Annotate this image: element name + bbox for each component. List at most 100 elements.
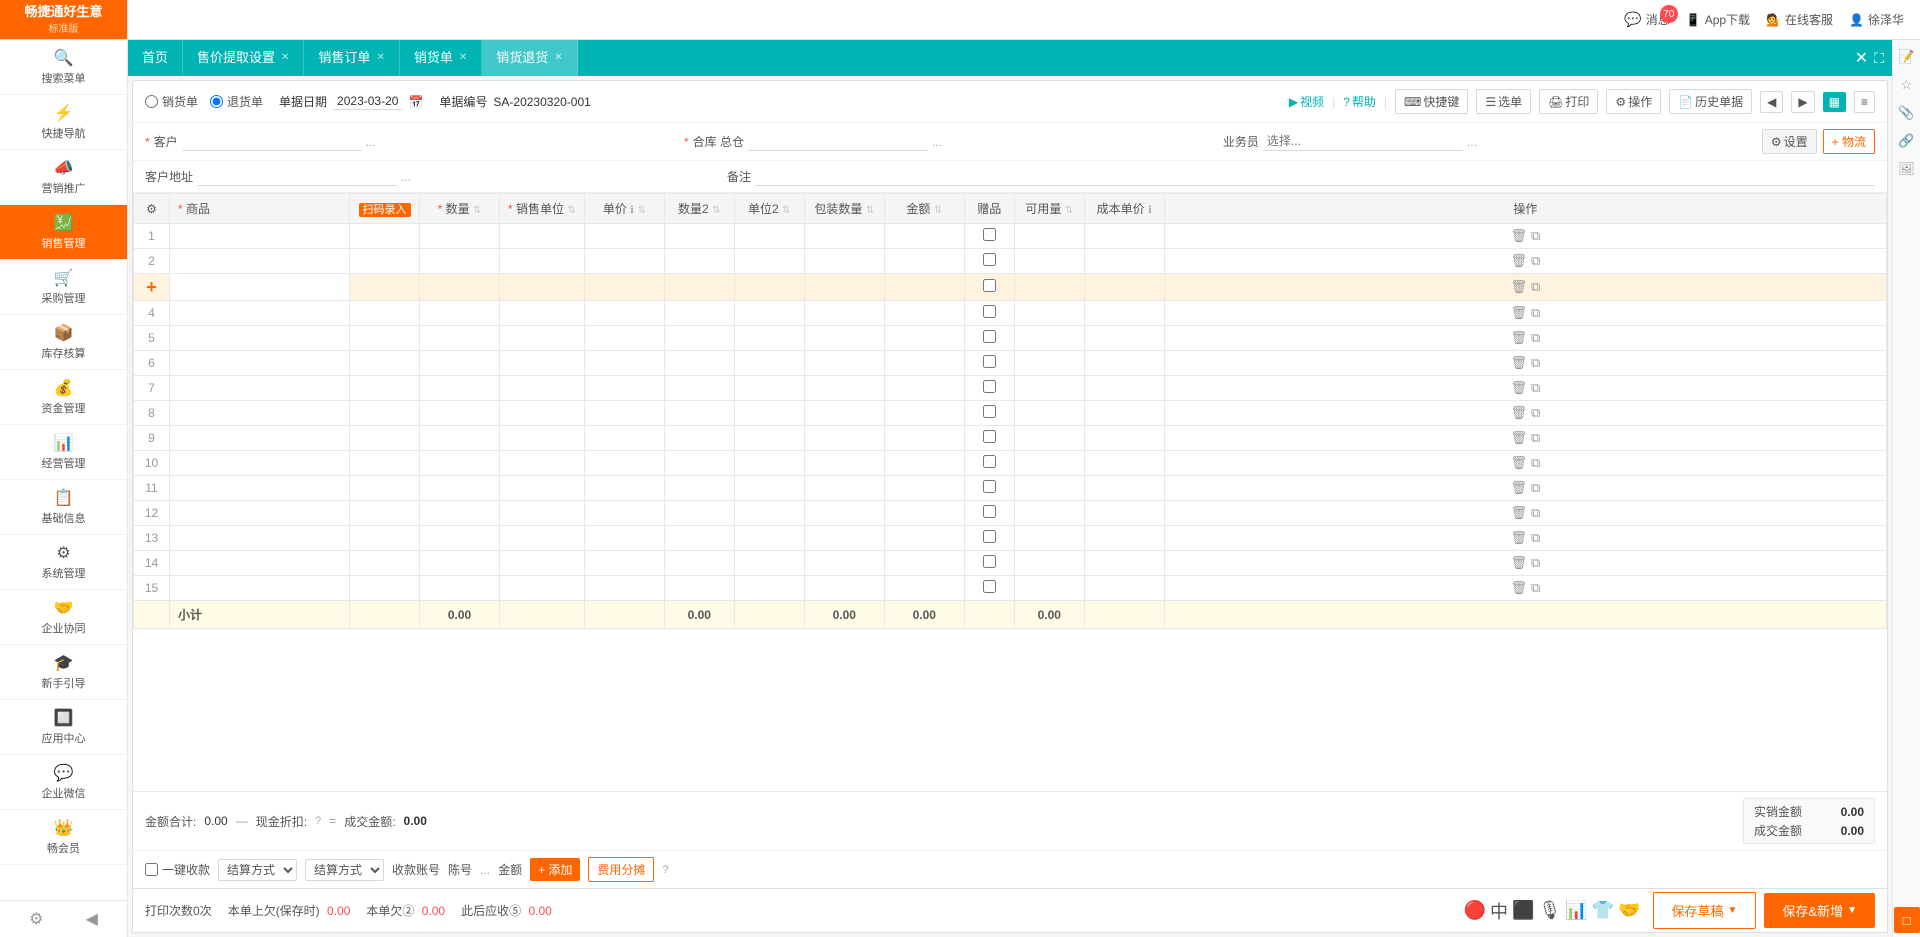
right-icon-image[interactable]: 🖼 — [1894, 156, 1920, 182]
gift-checkbox[interactable] — [983, 530, 996, 543]
qty-cell[interactable] — [420, 249, 500, 274]
copy-row-btn[interactable]: ⧉ — [1531, 480, 1540, 495]
unit2-cell[interactable] — [734, 301, 804, 326]
qty-cell[interactable] — [420, 501, 500, 526]
unit-price-cell[interactable] — [584, 224, 664, 249]
copy-row-btn[interactable]: ⧉ — [1531, 530, 1540, 545]
unit-price-cell[interactable] — [584, 526, 664, 551]
gift-checkbox[interactable] — [983, 355, 996, 368]
history-btn[interactable]: 📄 历史单据 — [1669, 89, 1752, 114]
copy-row-btn[interactable]: ⧉ — [1531, 330, 1540, 345]
pack-qty-cell[interactable] — [804, 551, 884, 576]
calendar-icon[interactable]: 📅 — [408, 95, 423, 109]
pack-qty-cell[interactable] — [804, 401, 884, 426]
qty-cell[interactable] — [420, 476, 500, 501]
sidebar-item-search[interactable]: 🔍 搜索菜单 — [0, 40, 127, 95]
amount-cell[interactable] — [884, 224, 964, 249]
delete-row-btn[interactable]: 🗑 — [1510, 530, 1527, 545]
select-btn[interactable]: ☰ 选单 — [1476, 89, 1531, 114]
customer-input[interactable] — [182, 132, 362, 151]
sidebar-settings-icon[interactable]: ⚙ — [29, 909, 43, 929]
fee-split-help-icon[interactable]: ? — [662, 864, 668, 876]
gift-cell[interactable] — [964, 249, 1014, 274]
unit2-cell[interactable] — [734, 551, 804, 576]
col-pack-qty-sort[interactable]: ⇅ — [866, 205, 874, 216]
pack-qty-cell[interactable] — [804, 451, 884, 476]
sales-unit-cell[interactable] — [500, 551, 585, 576]
scan-btn[interactable]: 扫码录入 — [359, 203, 411, 217]
product-cell[interactable] — [170, 576, 350, 601]
tab-price-setting-close[interactable]: ✕ — [281, 40, 289, 76]
right-icon-note[interactable]: 📝 — [1894, 44, 1920, 70]
right-icon-link[interactable]: 🔗 — [1894, 128, 1920, 154]
delete-row-btn[interactable]: 🗑 — [1510, 555, 1527, 570]
fee-split-btn[interactable]: 费用分摊 — [588, 857, 654, 882]
amount-cell[interactable] — [884, 551, 964, 576]
qty-cell[interactable] — [420, 526, 500, 551]
pack-qty-cell[interactable] — [804, 576, 884, 601]
address-dots[interactable]: ... — [401, 170, 411, 184]
sidebar-item-newbie[interactable]: 🎓 新手引导 — [0, 645, 127, 700]
salesperson-dots[interactable]: ... — [1467, 135, 1477, 149]
pack-qty-cell[interactable] — [804, 301, 884, 326]
delete-row-btn[interactable]: 🗑 — [1510, 430, 1527, 445]
gift-cell[interactable] — [964, 551, 1014, 576]
video-btn[interactable]: ▶ 视频 — [1289, 93, 1324, 110]
add-payment-btn[interactable]: + 添加 — [530, 858, 580, 881]
shortcut-btn[interactable]: ⌨ 快捷键 — [1395, 89, 1468, 114]
gift-checkbox[interactable] — [983, 555, 996, 568]
unit2-cell[interactable] — [734, 376, 804, 401]
user-item[interactable]: 👤 徐泽华 — [1849, 11, 1904, 28]
sidebar-item-appcenter[interactable]: 🔲 应用中心 — [0, 700, 127, 755]
col-qty2-sort[interactable]: ⇅ — [712, 205, 720, 216]
gift-cell[interactable] — [964, 401, 1014, 426]
amount-cell[interactable] — [884, 526, 964, 551]
gift-cell[interactable] — [964, 426, 1014, 451]
setting-btn[interactable]: ⚙ 设置 — [1762, 129, 1817, 154]
add-row-btn[interactable]: + — [146, 277, 157, 297]
sales-unit-cell[interactable] — [500, 501, 585, 526]
sidebar-collapse-icon[interactable]: ◀ — [86, 909, 98, 929]
delete-row-btn[interactable]: 🗑 — [1510, 505, 1527, 520]
unit-price-cell[interactable] — [584, 274, 664, 301]
qty2-cell[interactable] — [664, 476, 734, 501]
tab-sales-order[interactable]: 销售订单 ✕ — [304, 40, 399, 76]
unit2-cell[interactable] — [734, 249, 804, 274]
col-setting[interactable]: ⚙ — [134, 194, 170, 224]
qty2-cell[interactable] — [664, 351, 734, 376]
copy-row-btn[interactable]: ⧉ — [1531, 430, 1540, 445]
tab-sales-return-close[interactable]: ✕ — [554, 40, 562, 76]
tab-sales-return[interactable]: 销货退货 ✕ — [482, 40, 577, 76]
sidebar-item-vip[interactable]: 👑 畅会员 — [0, 810, 127, 865]
sales-unit-cell[interactable] — [500, 576, 585, 601]
copy-row-btn[interactable]: ⧉ — [1531, 405, 1540, 420]
radio-return[interactable]: 退货单 — [210, 93, 263, 110]
one-click-collect-checkbox[interactable] — [145, 863, 158, 876]
settlement-select[interactable]: 结算方式 — [218, 859, 297, 881]
tab-price-setting[interactable]: 售价提取设置 ✕ — [183, 40, 304, 76]
tab-sales-delivery[interactable]: 销货单 ✕ — [400, 40, 482, 76]
save-new-btn[interactable]: 保存&新增 ▼ — [1764, 893, 1875, 928]
tab-sales-delivery-close[interactable]: ✕ — [459, 40, 467, 76]
product-cell[interactable] — [170, 426, 350, 451]
delete-row-btn[interactable]: 🗑 — [1510, 305, 1527, 320]
amount-cell[interactable] — [884, 476, 964, 501]
pack-qty-cell[interactable] — [804, 249, 884, 274]
warehouse-dots[interactable]: ... — [932, 135, 942, 149]
pack-qty-cell[interactable] — [804, 274, 884, 301]
gift-checkbox[interactable] — [983, 305, 996, 318]
right-icon-attachment[interactable]: 📎 — [1894, 100, 1920, 126]
col-available-sort[interactable]: ⇅ — [1065, 205, 1073, 216]
unit-price-cell[interactable] — [584, 401, 664, 426]
qty-cell[interactable] — [420, 376, 500, 401]
gift-checkbox[interactable] — [983, 455, 996, 468]
sidebar-item-basic[interactable]: 📋 基础信息 — [0, 480, 127, 535]
product-cell[interactable] — [170, 301, 350, 326]
tab-maximize-icon[interactable]: ⛶ — [1874, 50, 1884, 67]
delete-row-btn[interactable]: 🗑 — [1510, 380, 1527, 395]
copy-row-btn[interactable]: ⧉ — [1531, 580, 1540, 595]
note-input[interactable] — [755, 167, 1875, 186]
sidebar-item-operation[interactable]: 📊 经营管理 — [0, 425, 127, 480]
product-cell[interactable] — [170, 551, 350, 576]
product-cell[interactable] — [170, 274, 350, 301]
